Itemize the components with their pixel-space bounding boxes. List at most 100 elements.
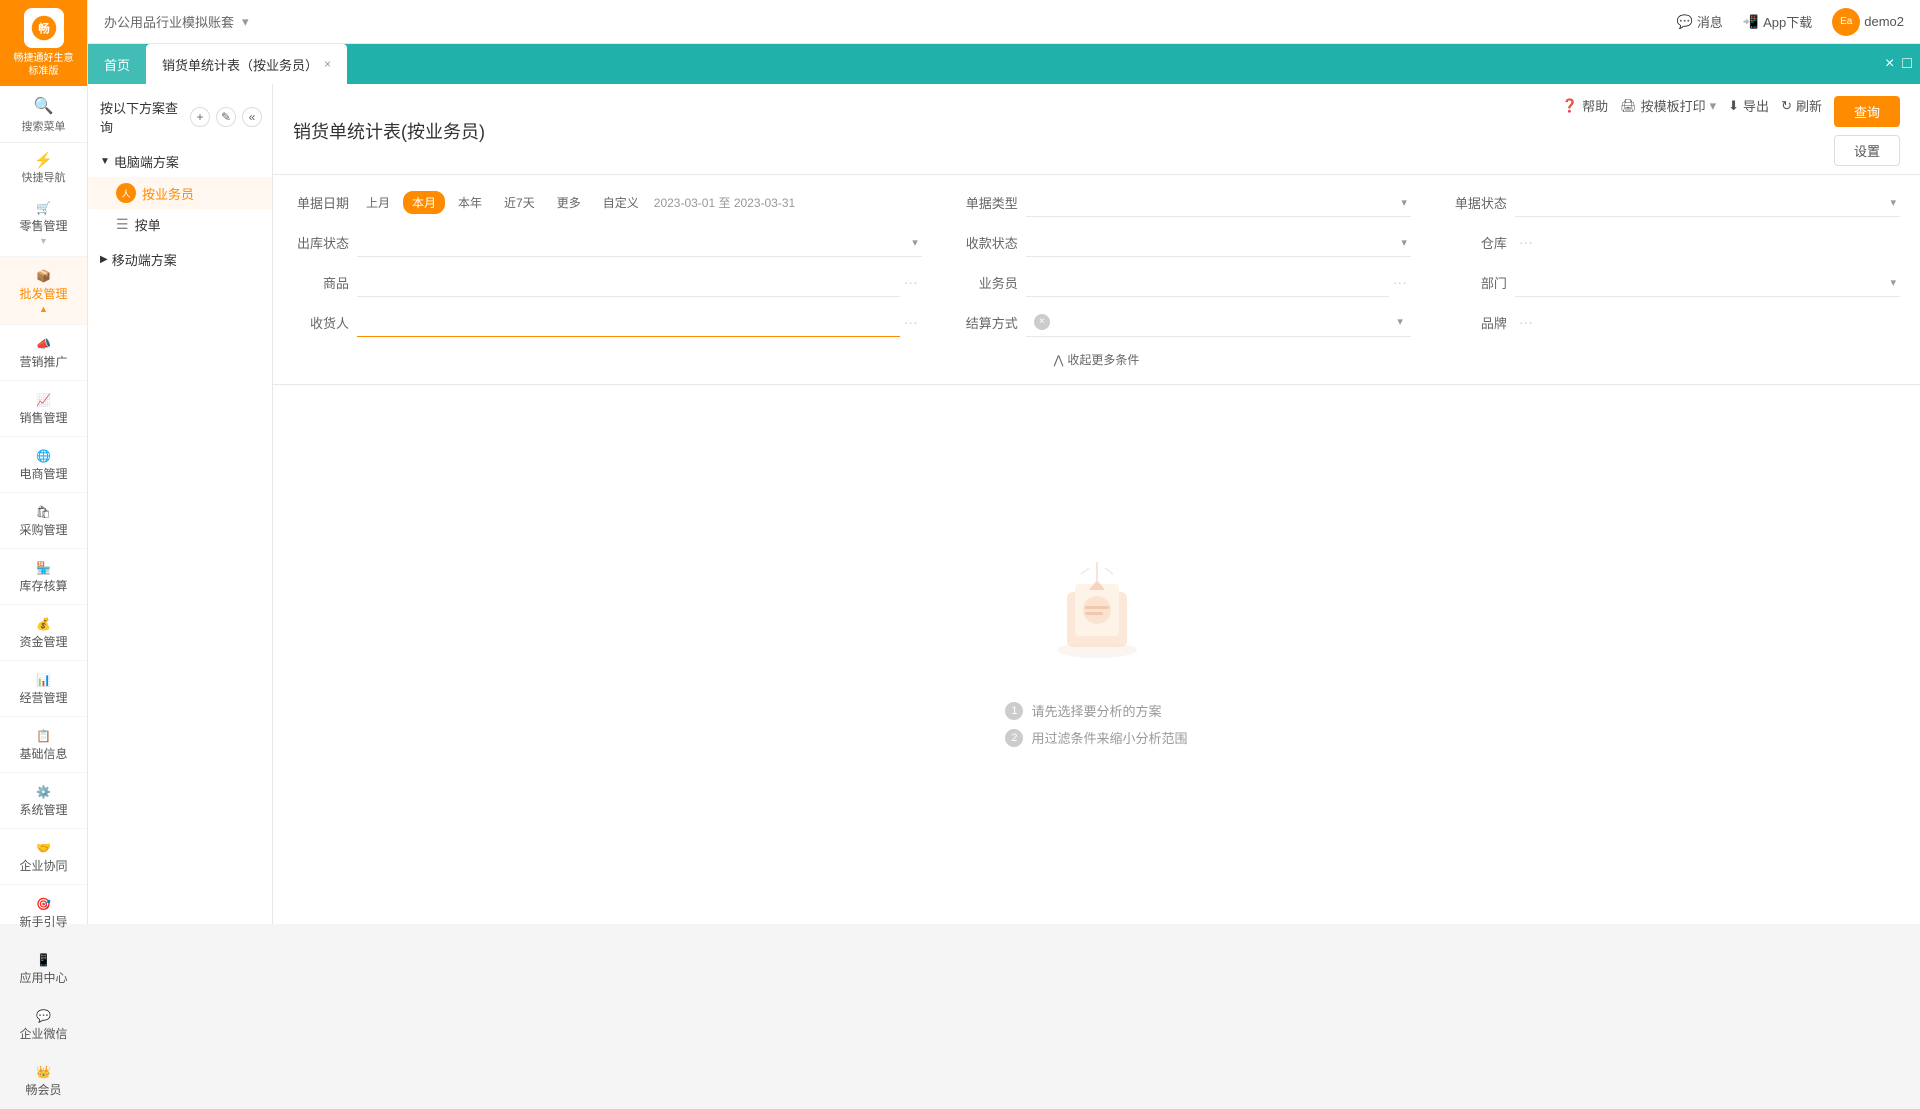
message-btn[interactable]: 💬 消息	[1677, 12, 1723, 31]
sidebar-item-newbie[interactable]: 🎯 新手引导	[0, 885, 87, 941]
help-btn[interactable]: ❓ 帮助	[1562, 96, 1608, 115]
quick-nav-item[interactable]: ⚡ 快捷导航	[0, 143, 87, 189]
salesperson-dots[interactable]: ···	[1389, 274, 1411, 290]
step-2-text: 用过滤条件来缩小分析范围	[1031, 728, 1187, 747]
retail-arrow: ▼	[39, 236, 48, 246]
warehouse-dots[interactable]: ···	[1515, 234, 1537, 250]
department-select[interactable]	[1515, 267, 1900, 297]
sidebar-item-marketing[interactable]: 📣 营销推广	[0, 325, 87, 381]
tabbar: 首页 销货单统计表（按业务员） × × □	[88, 44, 1920, 84]
sidebar-item-newbie-label: 新手引导	[19, 913, 67, 930]
sidebar-item-ecommerce-label: 电商管理	[19, 465, 67, 482]
tree-child-salesperson[interactable]: 人 按业务员	[88, 177, 272, 209]
product-dots[interactable]: ···	[900, 274, 922, 290]
filter-doc-type: 单据类型	[962, 187, 1411, 217]
apps-icon: 📱	[36, 953, 51, 967]
expand-window-icon[interactable]: □	[1902, 55, 1912, 73]
department-label: 部门	[1451, 273, 1507, 292]
retail-icon: 🛒	[36, 201, 51, 215]
sidebar-item-apps[interactable]: 📱 应用中心	[0, 941, 87, 997]
payment-select[interactable]	[1054, 307, 1407, 337]
empty-state: 1 请先选择要分析的方案 2 用过滤条件来缩小分析范围	[273, 385, 1920, 924]
filter-salesperson: 业务员 ···	[962, 267, 1411, 297]
product-input[interactable]	[357, 267, 900, 297]
user-profile[interactable]: Ea demo2	[1832, 8, 1904, 36]
edit-scheme-btn[interactable]: ✎	[216, 107, 236, 127]
sidebar-item-operations[interactable]: 📊 经营管理	[0, 661, 87, 717]
query-button[interactable]: 查询	[1834, 96, 1900, 127]
collapse-panel-btn[interactable]: «	[242, 107, 262, 127]
salesperson-input[interactable]	[1026, 267, 1389, 297]
tab-close-btn[interactable]: ×	[324, 57, 331, 71]
app-logo[interactable]: 畅 畅捷通好生意 标准版	[0, 0, 87, 86]
sidebar-item-system[interactable]: ⚙️ 系统管理	[0, 773, 87, 829]
sidebar-item-ecommerce[interactable]: 🌐 电商管理	[0, 437, 87, 493]
export-label: 导出	[1743, 96, 1769, 115]
doc-status-select[interactable]	[1515, 187, 1900, 217]
filter-payment-method: 结算方式 ×	[962, 307, 1411, 337]
date-tag-this-year[interactable]: 本年	[449, 191, 491, 214]
refresh-btn[interactable]: ↻ 刷新	[1781, 96, 1822, 115]
breadcrumb-dropdown-icon[interactable]: ▾	[242, 14, 249, 30]
close-window-icon[interactable]: ×	[1885, 55, 1894, 73]
page-title: 销货单统计表(按业务员)	[293, 118, 485, 144]
sidebar: 畅 畅捷通好生意 标准版 🔍 搜索菜单 ⚡ 快捷导航 🛒 零售管理 ▼ 📦 批发…	[0, 0, 88, 924]
date-tag-7days[interactable]: 近7天	[495, 191, 544, 214]
tree-desktop-parent[interactable]: ▼ 电脑端方案	[88, 146, 272, 177]
basic-icon: 📋	[36, 729, 51, 743]
settings-button[interactable]: 设置	[1834, 135, 1900, 166]
sidebar-item-finance[interactable]: 💰 资金管理	[0, 605, 87, 661]
warehouse-label: 仓库	[1451, 233, 1507, 252]
sidebar-item-member[interactable]: 👑 畅会员	[0, 1053, 87, 1109]
topbar-left: 办公用品行业模拟账套 ▾	[104, 12, 249, 31]
consignee-dots[interactable]: ···	[900, 314, 922, 330]
brand-dots[interactable]: ···	[1515, 314, 1537, 330]
sidebar-item-purchase[interactable]: 🛍 采购管理	[0, 493, 87, 549]
search-nav-item[interactable]: 🔍 搜索菜单	[0, 86, 87, 143]
add-scheme-btn[interactable]: +	[190, 107, 210, 127]
finance-icon: 💰	[36, 617, 51, 631]
consignee-input[interactable]	[357, 307, 900, 337]
print-btn[interactable]: 🖨 按模板打印 ▾	[1620, 96, 1716, 115]
sidebar-item-wholesale[interactable]: 📦 批发管理 ▲	[0, 257, 87, 325]
payment-method-with-tag: ×	[1026, 307, 1411, 337]
app-download-btn[interactable]: 📲 App下载	[1743, 12, 1812, 31]
date-filter-control: 上月 本月 本年 近7天 更多 自定义 2023-03-01 至 2023-03…	[357, 191, 922, 214]
right-panel: 销货单统计表(按业务员) ❓ 帮助 🖨 按模板打印 ▾ ⬇	[273, 84, 1920, 924]
tree-child-order[interactable]: ☰ 按单	[88, 209, 272, 240]
date-tag-more[interactable]: 更多	[548, 191, 590, 214]
page-action-buttons: ❓ 帮助 🖨 按模板打印 ▾ ⬇ 导出 ↻	[1562, 96, 1822, 115]
print-icon: 🖨	[1620, 98, 1637, 114]
tree-mobile-parent[interactable]: ▶ 移动端方案	[88, 244, 272, 275]
sidebar-item-sales[interactable]: 📈 销售管理	[0, 381, 87, 437]
refresh-icon: ↻	[1781, 98, 1792, 114]
wholesale-icon: 📦	[36, 269, 51, 283]
out-status-select[interactable]	[357, 227, 922, 257]
date-tag-last-month[interactable]: 上月	[357, 191, 399, 214]
print-label: 按模板打印	[1641, 96, 1706, 115]
receipt-status-select[interactable]	[1026, 227, 1411, 257]
collapse-filter-btn[interactable]: ⋀ 收起更多条件	[293, 347, 1900, 372]
date-tag-custom[interactable]: 自定义	[594, 191, 648, 214]
sidebar-item-finance-label: 资金管理	[19, 633, 67, 650]
tabbar-actions: × □	[1885, 55, 1912, 73]
tab-home[interactable]: 首页	[88, 44, 146, 84]
payment-method-clear-btn[interactable]: ×	[1034, 314, 1050, 330]
doc-type-select[interactable]	[1026, 187, 1411, 217]
sidebar-item-basic[interactable]: 📋 基础信息	[0, 717, 87, 773]
home-tab-label: 首页	[104, 55, 130, 74]
sidebar-item-retail[interactable]: 🛒 零售管理 ▼	[0, 189, 87, 257]
system-icon: ⚙️	[36, 785, 51, 799]
sidebar-item-wechat[interactable]: 💬 企业微信	[0, 997, 87, 1053]
ecommerce-icon: 🌐	[36, 449, 51, 463]
date-tag-this-month[interactable]: 本月	[403, 191, 445, 214]
export-btn[interactable]: ⬇ 导出	[1728, 96, 1769, 115]
tab-sales-stat[interactable]: 销货单统计表（按业务员） ×	[146, 44, 347, 84]
filter-row-4: 收货人 ··· 结算方式 ×	[293, 307, 1900, 337]
tree-group-mobile: ▶ 移动端方案	[88, 244, 272, 275]
filter-receipt-status: 收款状态	[962, 227, 1411, 257]
sidebar-item-inventory[interactable]: 🏪 库存核算	[0, 549, 87, 605]
sidebar-item-enterprise[interactable]: 🤝 企业协同	[0, 829, 87, 885]
sidebar-item-inventory-label: 库存核算	[19, 577, 67, 594]
print-dropdown-icon: ▾	[1710, 98, 1717, 114]
